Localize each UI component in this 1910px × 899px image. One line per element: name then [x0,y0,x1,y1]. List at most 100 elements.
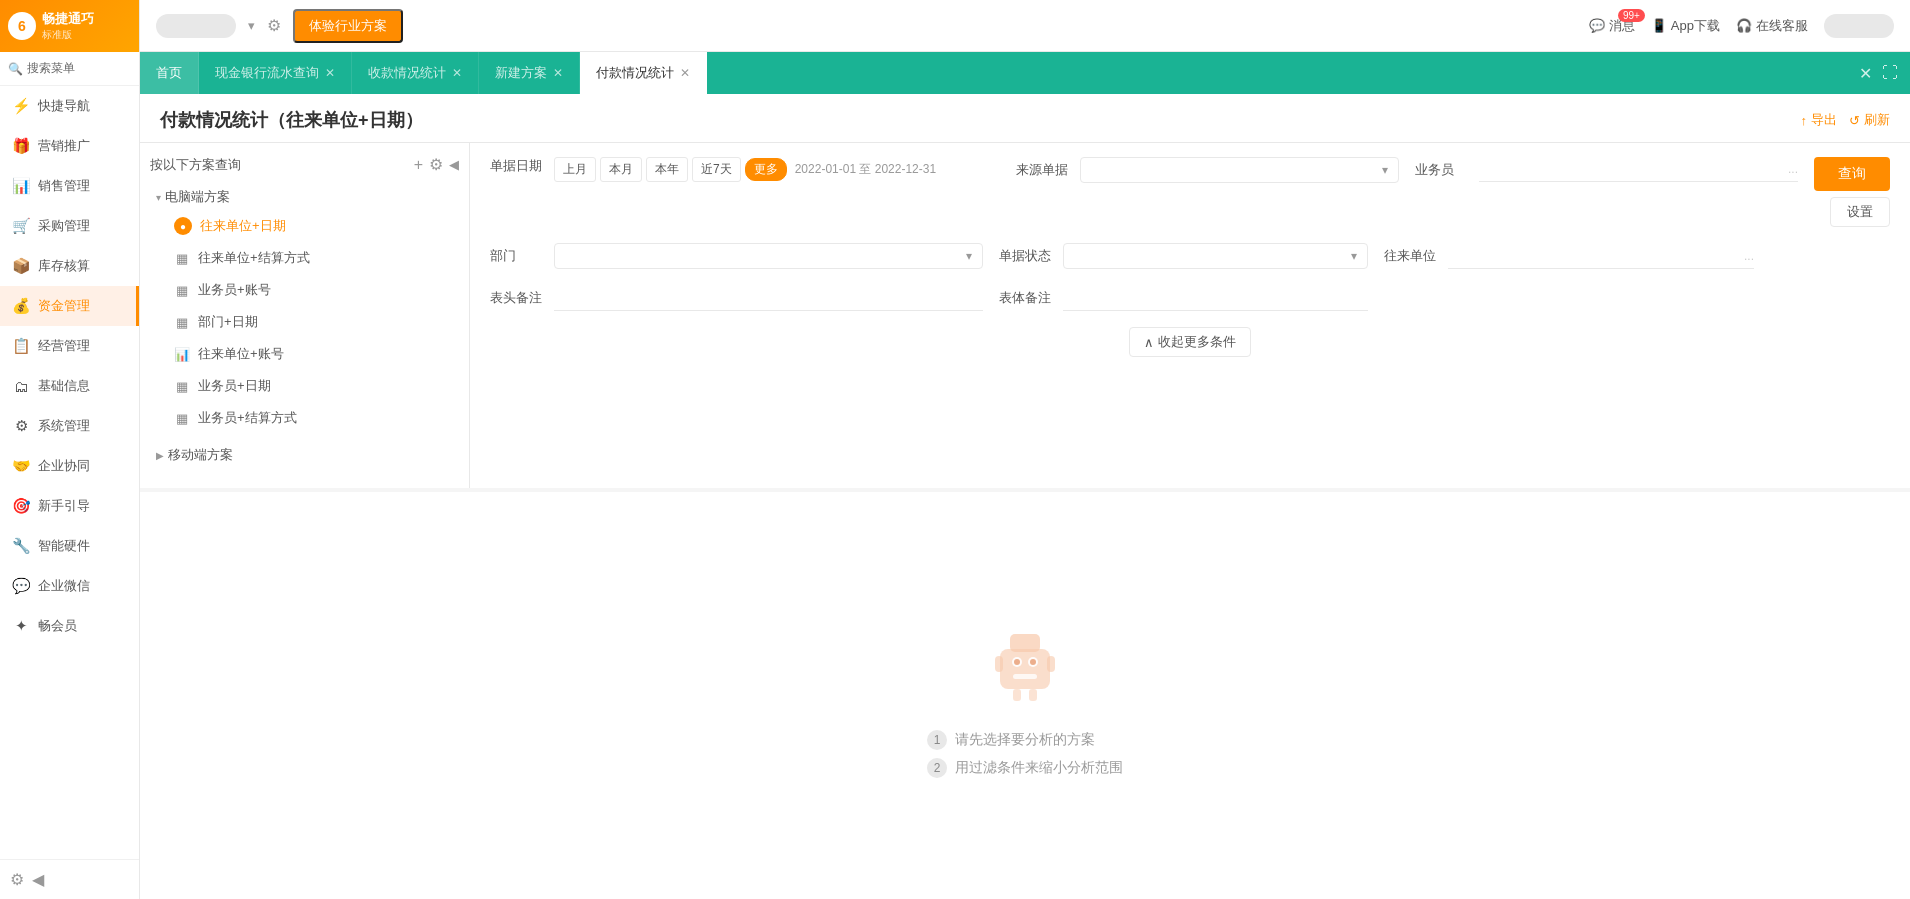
dept-select-arrow: ▾ [966,249,972,263]
date-filter-buttons: 上月 本月 本年 近7天 更多 2022-01-01 至 2022-12-31 [554,157,936,182]
page-header-actions: ↑ 导出 ↺ 刷新 [1801,111,1891,129]
scheme-mobile-arrow: ▶ [156,450,164,461]
online-service-action[interactable]: 🎧 在线客服 [1736,17,1808,35]
sidebar-item-system[interactable]: ⚙ 系统管理 [0,406,139,446]
topbar-dropdown-arrow[interactable]: ▾ [248,18,255,33]
sidebar-item-marketing[interactable]: 🎁 营销推广 [0,126,139,166]
dept-filter-select[interactable]: ▾ [554,243,983,269]
tabbar: 首页 现金银行流水查询 ✕ 收款情况统计 ✕ 新建方案 ✕ 付款情况统计 ✕ ✕… [140,52,1910,94]
staff-filter-label: 业务员 [1415,161,1471,179]
collapse-button[interactable]: ∧ 收起更多条件 [1129,327,1251,357]
tab-receivable[interactable]: 收款情况统计 ✕ [352,52,479,94]
source-select-arrow: ▾ [1382,163,1388,177]
sidebar-collapse-button[interactable]: ◀ [32,870,44,889]
online-service-label: 在线客服 [1756,17,1808,35]
staff-filter-input[interactable]: ... [1479,157,1798,182]
user-avatar-placeholder [156,14,236,38]
scheme-panel-label: 按以下方案查询 [150,156,241,174]
sidebar-item-cooperation[interactable]: 🤝 企业协同 [0,446,139,486]
sidebar-item-hardware[interactable]: 🔧 智能硬件 [0,526,139,566]
tab-payment-stat[interactable]: 付款情况统计 ✕ [580,52,707,94]
svg-rect-1 [1010,634,1040,652]
collapse-arrow-icon: ∧ [1144,335,1154,350]
sidebar-item-basic-info[interactable]: 🗂 基础信息 [0,366,139,406]
tab-cash-flow-close[interactable]: ✕ [325,66,335,80]
date-btn-last-month[interactable]: 上月 [554,157,596,182]
purchase-icon: 🛒 [12,217,30,235]
scheme-partner-account-icon: 📊 [174,346,190,362]
svg-rect-8 [1047,656,1055,672]
tab-home[interactable]: 首页 [140,52,199,94]
search-icon: 🔍 [8,62,23,76]
date-btn-last-7-days[interactable]: 近7天 [692,157,741,182]
date-btn-this-month[interactable]: 本月 [600,157,642,182]
tab-cash-flow-label: 现金银行流水查询 [215,64,319,82]
sidebar-item-operations[interactable]: 📋 经营管理 [0,326,139,366]
sidebar-item-quick-nav[interactable]: ⚡ 快捷导航 [0,86,139,126]
maximize-button[interactable]: ⛶ [1882,64,1898,82]
scheme-partner-date-label: 往来单位+日期 [200,217,286,235]
date-btn-more[interactable]: 更多 [745,158,787,181]
tip-2-num: 2 [927,758,947,778]
body-note-input[interactable] [1063,285,1369,311]
scheme-collapse-button[interactable]: ◀ [449,157,459,172]
sidebar-item-sales[interactable]: 📊 销售管理 [0,166,139,206]
scheme-desktop-group-header[interactable]: ▾ 电脑端方案 [150,184,459,210]
status-filter-select[interactable]: ▾ [1063,243,1369,269]
scheme-item-partner-settle[interactable]: ▦ 往来单位+结算方式 [150,242,459,274]
tab-receivable-close[interactable]: ✕ [452,66,462,80]
finance-icon: 💰 [12,297,30,315]
page-content: 付款情况统计（往来单位+日期） ↑ 导出 ↺ 刷新 [140,94,1910,899]
scheme-item-staff-account[interactable]: ▦ 业务员+账号 [150,274,459,306]
sidebar-settings-button[interactable]: ⚙ [10,870,24,889]
scheme-item-dept-date[interactable]: ▦ 部门+日期 [150,306,459,338]
sidebar-item-member[interactable]: ✦ 畅会员 [0,606,139,646]
filter-settings-button[interactable]: 设置 [1830,197,1890,227]
scheme-item-partner-date[interactable]: ● 往来单位+日期 [150,210,459,242]
tab-new-scheme[interactable]: 新建方案 ✕ [479,52,580,94]
filter-actions: 查询 设置 [1814,157,1890,227]
topbar-gear-icon[interactable]: ⚙ [267,16,281,35]
refresh-icon: ↺ [1849,113,1860,128]
source-filter-select[interactable]: ▾ [1080,157,1399,183]
sidebar-item-guide[interactable]: 🎯 新手引导 [0,486,139,526]
sidebar-item-wechat[interactable]: 💬 企业微信 [0,566,139,606]
status-select-arrow: ▾ [1351,249,1357,263]
close-all-tabs-button[interactable]: ✕ [1859,64,1872,83]
partner-filter-input[interactable]: ... [1448,244,1754,269]
sidebar-item-purchase[interactable]: 🛒 采购管理 [0,206,139,246]
sidebar-item-inventory[interactable]: 📦 库存核算 [0,246,139,286]
tip-1-num: 1 [927,730,947,750]
refresh-button[interactable]: ↺ 刷新 [1849,111,1890,129]
page: 付款情况统计（往来单位+日期） ↑ 导出 ↺ 刷新 [140,94,1910,899]
header-note-input[interactable] [554,285,983,311]
operations-icon: 📋 [12,337,30,355]
app-download-action[interactable]: 📱 App下载 [1651,17,1720,35]
sidebar-item-finance[interactable]: 💰 资金管理 [0,286,139,326]
trial-button[interactable]: 体验行业方案 [293,9,403,43]
tab-new-scheme-close[interactable]: ✕ [553,66,563,80]
scheme-staff-settle-icon: ▦ [174,410,190,426]
date-filter-label: 单据日期 [490,157,546,175]
scheme-item-staff-date[interactable]: ▦ 业务员+日期 [150,370,459,402]
scheme-item-staff-settle[interactable]: ▦ 业务员+结算方式 [150,402,459,434]
query-button[interactable]: 查询 [1814,157,1890,191]
scheme-staff-date-label: 业务员+日期 [198,377,271,395]
empty-tip-2: 2 用过滤条件来缩小分析范围 [927,758,1123,778]
scheme-item-partner-account[interactable]: 📊 往来单位+账号 [150,338,459,370]
tab-cash-flow[interactable]: 现金银行流水查询 ✕ [199,52,352,94]
user-avatar-right[interactable] [1824,14,1894,38]
tab-payment-stat-close[interactable]: ✕ [680,66,690,80]
body-note-label: 表体备注 [999,289,1055,307]
dept-filter-label: 部门 [490,247,546,265]
app-download-icon: 📱 [1651,18,1667,33]
scheme-settings-icon[interactable]: ⚙ [429,155,443,174]
scheme-mobile-group-header[interactable]: ▶ 移动端方案 [150,442,459,468]
date-btn-this-year[interactable]: 本年 [646,157,688,182]
hardware-icon: 🔧 [12,537,30,555]
export-button[interactable]: ↑ 导出 [1801,111,1838,129]
message-action[interactable]: 💬 消息 99+ [1589,17,1635,35]
scheme-add-icon[interactable]: + [414,156,423,174]
tabbar-spacer [707,52,1847,94]
search-menu[interactable]: 🔍 搜索菜单 [0,52,139,86]
